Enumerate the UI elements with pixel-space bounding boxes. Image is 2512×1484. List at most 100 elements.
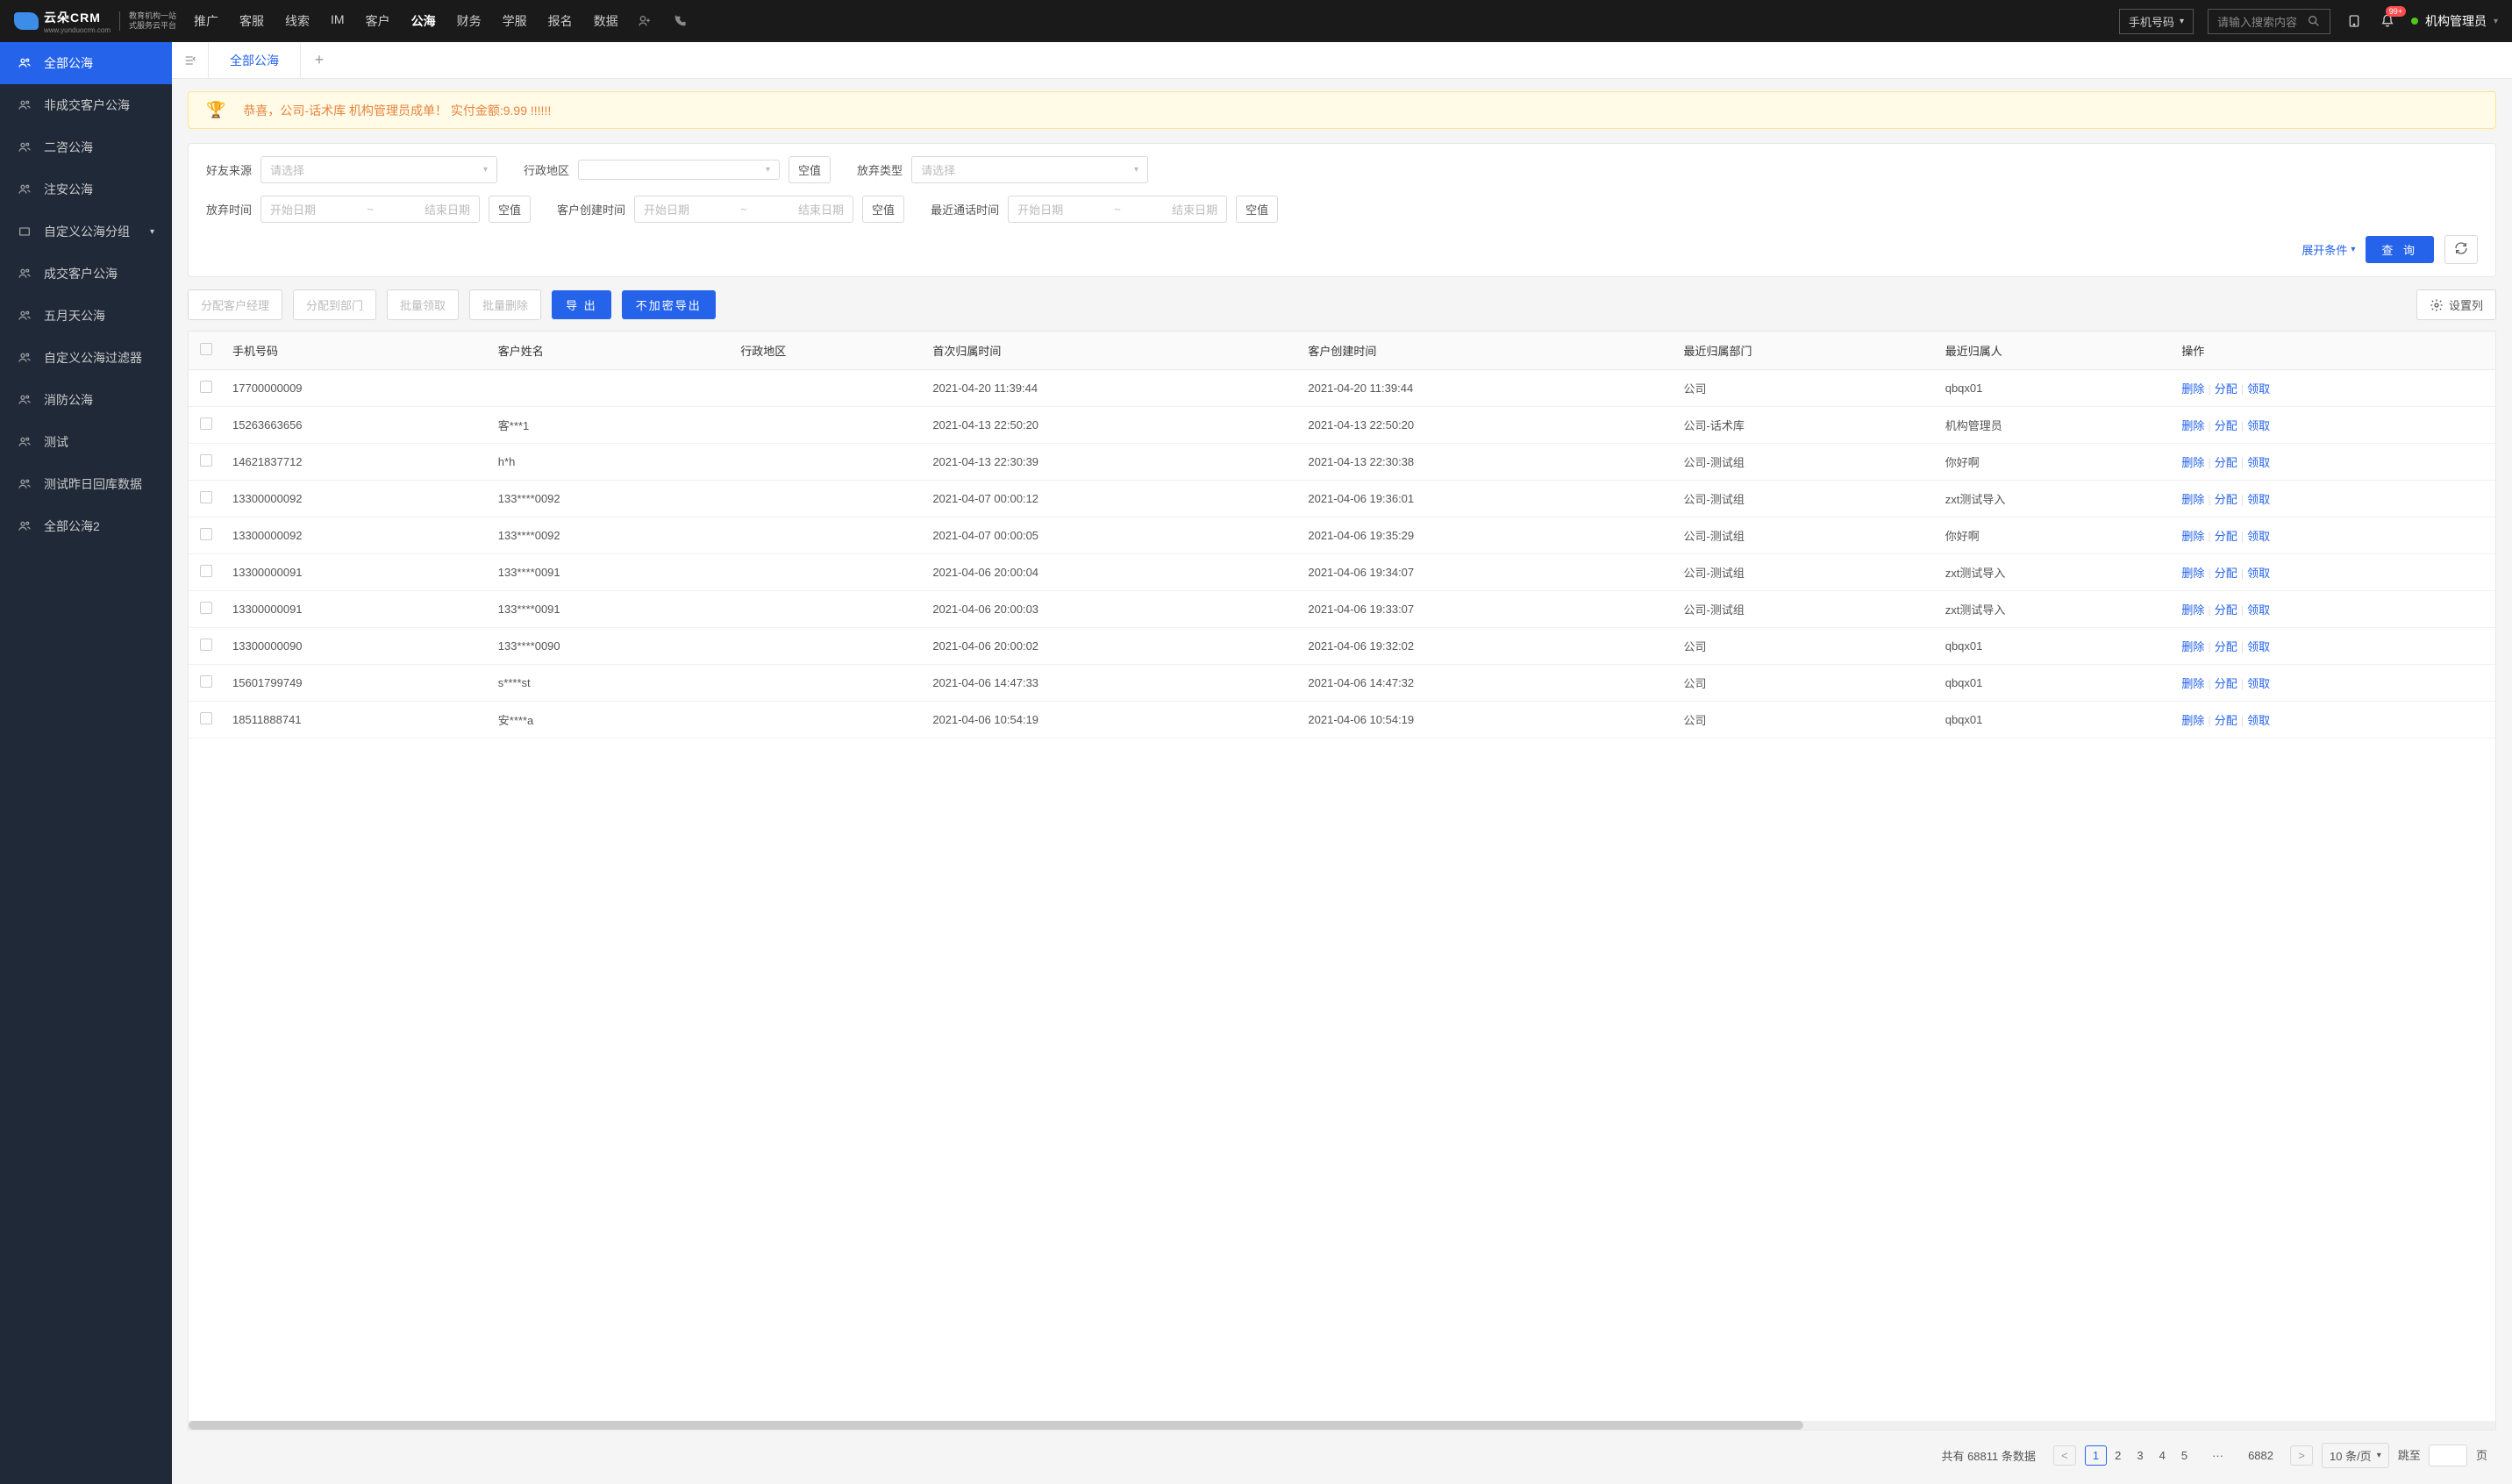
nav-item[interactable]: 客服 (239, 12, 264, 30)
action-delete[interactable]: 删除 (2181, 456, 2204, 469)
action-assign[interactable]: 分配 (2215, 677, 2237, 690)
sidebar-item[interactable]: 消防公海 (0, 379, 172, 421)
filter-abandon-time-empty[interactable]: 空值 (489, 196, 531, 223)
action-assign[interactable]: 分配 (2215, 493, 2237, 506)
row-checkbox[interactable] (200, 454, 212, 467)
page-number[interactable]: 5 (2173, 1445, 2195, 1466)
action-delete[interactable]: 删除 (2181, 567, 2204, 580)
row-checkbox[interactable] (200, 639, 212, 651)
row-checkbox[interactable] (200, 712, 212, 724)
page-number[interactable]: 1 (2085, 1445, 2107, 1466)
pagination-last[interactable]: 6882 (2240, 1445, 2281, 1466)
action-assign[interactable]: 分配 (2215, 603, 2237, 617)
pagination-ellipsis[interactable]: ··· (2204, 1445, 2231, 1466)
action-assign[interactable]: 分配 (2215, 530, 2237, 543)
search-type-select[interactable]: 手机号码 ▾ (2119, 9, 2194, 34)
sidebar-item[interactable]: 测试昨日回库数据 (0, 463, 172, 505)
nav-item[interactable]: 学服 (503, 12, 527, 30)
sidebar-item[interactable]: 二咨公海 (0, 126, 172, 168)
action-claim[interactable]: 领取 (2247, 530, 2270, 543)
filter-abandon-time[interactable]: 开始日期~结束日期 (260, 196, 480, 223)
sidebar-item[interactable]: 全部公海 (0, 42, 172, 84)
query-button[interactable]: 查 询 (2366, 236, 2434, 263)
action-claim[interactable]: 领取 (2247, 382, 2270, 396)
pagination-prev[interactable]: < (2053, 1445, 2076, 1466)
sidebar-item[interactable]: 测试 (0, 421, 172, 463)
filter-last-call-empty[interactable]: 空值 (1236, 196, 1278, 223)
batch-delete-button[interactable]: 批量删除 (469, 289, 541, 320)
action-claim[interactable]: 领取 (2247, 640, 2270, 653)
filter-abandon-type[interactable]: 请选择▾ (911, 156, 1148, 183)
search-input[interactable]: 请输入搜索内容 (2208, 9, 2330, 34)
action-assign[interactable]: 分配 (2215, 456, 2237, 469)
filter-region-empty[interactable]: 空值 (789, 156, 831, 183)
batch-claim-button[interactable]: 批量领取 (387, 289, 459, 320)
row-checkbox[interactable] (200, 565, 212, 577)
user-menu[interactable]: 机构管理员 ▾ (2411, 12, 2498, 30)
filter-friend-source[interactable]: 请选择▾ (260, 156, 497, 183)
sidebar-item[interactable]: 自定义公海分组▾ (0, 210, 172, 253)
row-checkbox[interactable] (200, 381, 212, 393)
pagination-next[interactable]: > (2290, 1445, 2313, 1466)
action-delete[interactable]: 删除 (2181, 419, 2204, 432)
sidebar-item[interactable]: 注安公海 (0, 168, 172, 210)
nav-item[interactable]: 报名 (548, 12, 573, 30)
action-claim[interactable]: 领取 (2247, 567, 2270, 580)
logo[interactable]: 云朵CRM www.yunduocrm.com 教育机构一站 式服务云平台 (14, 9, 176, 34)
filter-create-time-empty[interactable]: 空值 (862, 196, 904, 223)
action-claim[interactable]: 领取 (2247, 603, 2270, 617)
assign-manager-button[interactable]: 分配客户经理 (188, 289, 282, 320)
row-checkbox[interactable] (200, 528, 212, 540)
action-claim[interactable]: 领取 (2247, 714, 2270, 727)
user-plus-icon[interactable] (636, 12, 653, 30)
action-delete[interactable]: 删除 (2181, 714, 2204, 727)
tab-all-public[interactable]: 全部公海 (209, 42, 301, 78)
row-checkbox[interactable] (200, 417, 212, 430)
action-assign[interactable]: 分配 (2215, 419, 2237, 432)
row-checkbox[interactable] (200, 675, 212, 688)
action-claim[interactable]: 领取 (2247, 677, 2270, 690)
filter-region[interactable]: ▾ (578, 160, 780, 180)
export-button[interactable]: 导 出 (552, 290, 611, 319)
action-delete[interactable]: 删除 (2181, 382, 2204, 396)
row-checkbox[interactable] (200, 491, 212, 503)
sidebar-item[interactable]: 五月天公海 (0, 295, 172, 337)
tab-add-button[interactable]: + (301, 51, 338, 69)
nav-item[interactable]: 推广 (194, 12, 218, 30)
horizontal-scrollbar[interactable] (189, 1421, 2495, 1430)
select-all-checkbox[interactable] (200, 343, 212, 355)
nav-item[interactable]: IM (331, 12, 345, 30)
expand-filters[interactable]: 展开条件▾ (2301, 241, 2355, 258)
sidebar-item[interactable]: 自定义公海过滤器 (0, 337, 172, 379)
action-delete[interactable]: 删除 (2181, 530, 2204, 543)
phone-icon[interactable] (671, 12, 689, 30)
assign-dept-button[interactable]: 分配到部门 (293, 289, 376, 320)
bell-icon[interactable]: 99+ (2378, 11, 2397, 31)
action-claim[interactable]: 领取 (2247, 419, 2270, 432)
page-number[interactable]: 3 (2129, 1445, 2151, 1466)
action-delete[interactable]: 删除 (2181, 603, 2204, 617)
action-claim[interactable]: 领取 (2247, 493, 2270, 506)
action-delete[interactable]: 删除 (2181, 493, 2204, 506)
sidebar-item[interactable]: 全部公海2 (0, 505, 172, 547)
row-checkbox[interactable] (200, 602, 212, 614)
tablet-icon[interactable] (2344, 11, 2364, 31)
tab-list-toggle[interactable] (172, 42, 209, 78)
nav-item[interactable]: 数据 (594, 12, 618, 30)
action-claim[interactable]: 领取 (2247, 456, 2270, 469)
sidebar-item[interactable]: 非成交客户公海 (0, 84, 172, 126)
action-assign[interactable]: 分配 (2215, 714, 2237, 727)
action-delete[interactable]: 删除 (2181, 640, 2204, 653)
nav-item[interactable]: 公海 (411, 12, 436, 30)
nav-item[interactable]: 客户 (366, 12, 390, 30)
page-jump-input[interactable] (2429, 1445, 2467, 1466)
page-size-select[interactable]: 10 条/页▾ (2322, 1443, 2389, 1468)
page-number[interactable]: 4 (2152, 1445, 2173, 1466)
export-unencrypted-button[interactable]: 不加密导出 (622, 290, 716, 319)
nav-item[interactable]: 线索 (285, 12, 310, 30)
filter-create-time[interactable]: 开始日期~结束日期 (634, 196, 853, 223)
action-assign[interactable]: 分配 (2215, 640, 2237, 653)
refresh-button[interactable] (2444, 235, 2478, 264)
action-delete[interactable]: 删除 (2181, 677, 2204, 690)
column-settings-button[interactable]: 设置列 (2416, 289, 2496, 320)
